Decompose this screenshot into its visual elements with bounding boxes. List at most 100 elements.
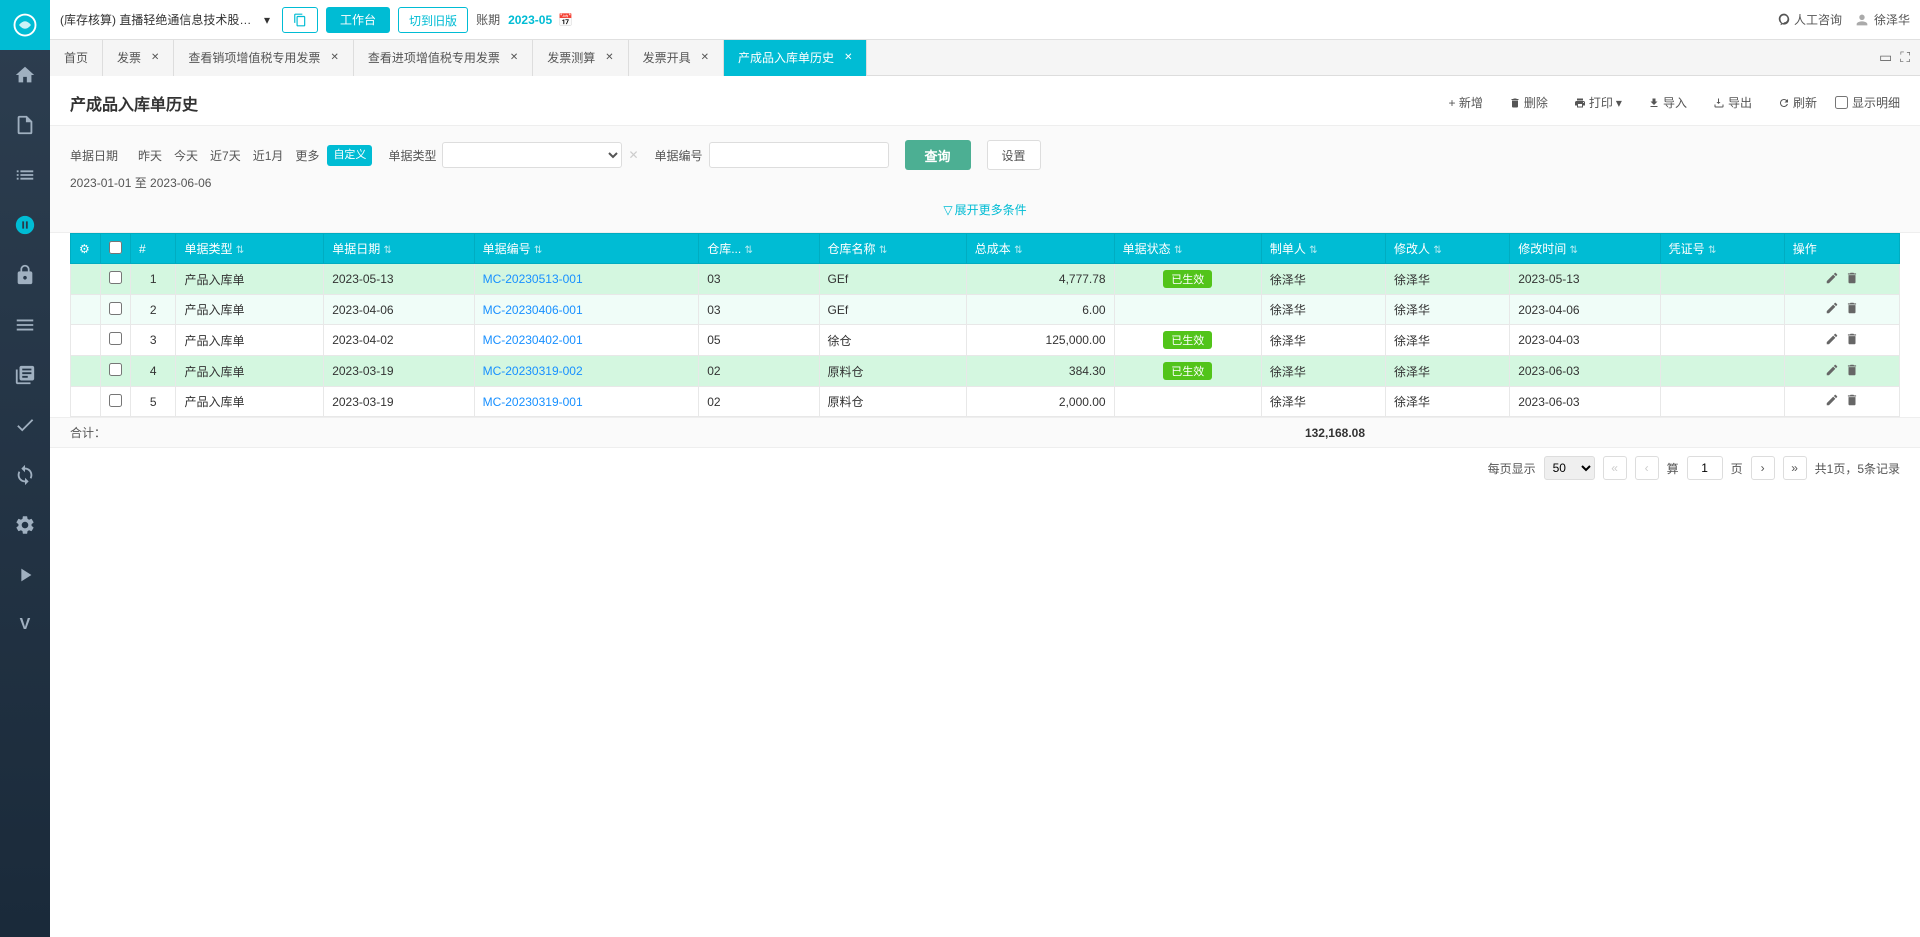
date-7days-btn[interactable]: 近7天 — [206, 145, 245, 166]
col-doc-type[interactable]: 单据类型 ⇅ — [176, 234, 324, 264]
tab-input-vat-close[interactable]: ✕ — [510, 52, 518, 63]
row-checkbox[interactable] — [101, 356, 131, 387]
row-settings[interactable] — [71, 387, 101, 417]
doc-type-clear-icon[interactable]: ✕ — [628, 148, 638, 162]
select-all-checkbox[interactable] — [109, 241, 122, 254]
row-edit-btn[interactable] — [1825, 271, 1839, 288]
tab-invoice-issue[interactable]: 发票开具 ✕ — [629, 40, 724, 76]
row-delete-btn[interactable] — [1845, 332, 1859, 349]
tab-invoice-calc[interactable]: 发票测算 ✕ — [533, 40, 628, 76]
row-select-checkbox[interactable] — [109, 394, 122, 407]
sidebar-item-settings[interactable] — [0, 500, 50, 550]
col-total-cost[interactable]: 总成本 ⇅ — [966, 234, 1114, 264]
tab-product-history[interactable]: 产成品入库单历史 ✕ — [724, 40, 867, 76]
sidebar-item-home[interactable] — [0, 50, 50, 100]
tab-home[interactable]: 首页 — [50, 40, 103, 76]
sidebar-item-play[interactable] — [0, 550, 50, 600]
last-page-btn[interactable]: » — [1783, 456, 1807, 480]
date-custom-tag[interactable]: 自定义 — [327, 145, 372, 166]
row-doc-number[interactable]: MC-20230319-001 — [474, 387, 699, 417]
row-edit-btn[interactable] — [1825, 301, 1839, 318]
col-doc-status[interactable]: 单据状态 ⇅ — [1114, 234, 1261, 264]
row-checkbox[interactable] — [101, 387, 131, 417]
col-doc-number[interactable]: 单据编号 ⇅ — [474, 234, 699, 264]
col-checkbox[interactable] — [101, 234, 131, 264]
col-modifier[interactable]: 修改人 ⇅ — [1386, 234, 1510, 264]
row-doc-number[interactable]: MC-20230319-002 — [474, 356, 699, 387]
first-page-btn[interactable]: « — [1603, 456, 1627, 480]
row-edit-btn[interactable] — [1825, 363, 1839, 380]
col-modify-time[interactable]: 修改时间 ⇅ — [1510, 234, 1660, 264]
row-doc-number[interactable]: MC-20230402-001 — [474, 325, 699, 356]
row-doc-number[interactable]: MC-20230513-001 — [474, 264, 699, 295]
date-more-btn[interactable]: 更多 — [291, 145, 323, 166]
add-btn[interactable]: + 新增 — [1441, 90, 1491, 115]
tab-maximize-btn[interactable]: ⛶ — [1900, 49, 1910, 66]
human-service[interactable]: 人工咨询 — [1777, 11, 1842, 28]
col-doc-date[interactable]: 单据日期 ⇅ — [324, 234, 474, 264]
sidebar-item-list[interactable] — [0, 300, 50, 350]
tab-invoice-issue-close[interactable]: ✕ — [701, 52, 709, 63]
sidebar-item-v[interactable]: V — [0, 600, 50, 650]
tab-sales-vat[interactable]: 查看销项增值税专用发票 ✕ — [174, 40, 353, 76]
tab-invoice[interactable]: 发票 ✕ — [103, 40, 174, 76]
row-select-checkbox[interactable] — [109, 271, 122, 284]
tab-invoice-close[interactable]: ✕ — [151, 52, 159, 63]
row-select-checkbox[interactable] — [109, 302, 122, 315]
row-settings[interactable] — [71, 295, 101, 325]
sidebar-item-book[interactable] — [0, 350, 50, 400]
tab-input-vat[interactable]: 查看进项增值税专用发票 ✕ — [354, 40, 533, 76]
row-select-checkbox[interactable] — [109, 332, 122, 345]
print-btn[interactable]: 打印 ▾ — [1566, 90, 1630, 115]
setting-btn[interactable]: 设置 — [987, 140, 1041, 170]
col-voucher[interactable]: 凭证号 ⇅ — [1660, 234, 1784, 264]
user-menu[interactable]: 徐泽华 — [1854, 11, 1910, 28]
row-settings[interactable] — [71, 325, 101, 356]
prev-page-btn[interactable]: ‹ — [1635, 456, 1659, 480]
sidebar-item-lock[interactable] — [0, 250, 50, 300]
row-select-checkbox[interactable] — [109, 363, 122, 376]
page-input[interactable] — [1687, 456, 1723, 480]
col-settings[interactable]: ⚙ — [71, 234, 101, 264]
row-checkbox[interactable] — [101, 325, 131, 356]
doc-type-select[interactable]: 产品入库单 — [442, 142, 622, 168]
date-yesterday-btn[interactable]: 昨天 — [134, 145, 166, 166]
tab-invoice-calc-close[interactable]: ✕ — [605, 52, 613, 63]
company-dropdown-icon[interactable]: ▾ — [264, 13, 270, 27]
row-settings[interactable] — [71, 356, 101, 387]
row-checkbox[interactable] — [101, 264, 131, 295]
sidebar-item-refresh[interactable] — [0, 450, 50, 500]
row-doc-number[interactable]: MC-20230406-001 — [474, 295, 699, 325]
refresh-btn[interactable]: 刷新 — [1770, 90, 1825, 115]
delete-btn[interactable]: 删除 — [1501, 90, 1556, 115]
import-btn[interactable]: 导入 — [1640, 90, 1695, 115]
row-settings[interactable] — [71, 264, 101, 295]
copy-doc-btn[interactable] — [282, 7, 318, 33]
row-delete-btn[interactable] — [1845, 301, 1859, 318]
col-creator[interactable]: 制单人 ⇅ — [1261, 234, 1385, 264]
row-checkbox[interactable] — [101, 295, 131, 325]
date-1month-btn[interactable]: 近1月 — [249, 145, 288, 166]
sidebar-item-doc[interactable] — [0, 100, 50, 150]
tab-restore-btn[interactable]: ▭ — [1879, 49, 1892, 66]
row-delete-btn[interactable] — [1845, 271, 1859, 288]
sidebar-item-tag[interactable] — [0, 200, 50, 250]
tab-sales-vat-close[interactable]: ✕ — [330, 52, 338, 63]
print-dropdown-icon[interactable]: ▾ — [1616, 96, 1622, 110]
query-btn[interactable]: 查询 — [905, 140, 971, 170]
workbench-btn[interactable]: 工作台 — [326, 7, 390, 33]
col-warehouse-code[interactable]: 仓库... ⇅ — [699, 234, 819, 264]
sidebar-item-stamp[interactable] — [0, 400, 50, 450]
expand-btn[interactable]: ▽ 展开更多条件 — [943, 201, 1026, 218]
next-page-btn[interactable]: › — [1751, 456, 1775, 480]
row-edit-btn[interactable] — [1825, 332, 1839, 349]
row-delete-btn[interactable] — [1845, 363, 1859, 380]
period-calendar-icon[interactable]: 📅 — [558, 13, 573, 27]
switch-old-btn[interactable]: 切到旧版 — [398, 7, 468, 33]
per-page-select[interactable]: 50 100 200 — [1544, 456, 1595, 480]
row-edit-btn[interactable] — [1825, 393, 1839, 410]
date-today-btn[interactable]: 今天 — [170, 145, 202, 166]
company-selector[interactable]: (库存核算) 直播轻绝通信息技术股份... ▾ — [60, 11, 270, 28]
tab-product-history-close[interactable]: ✕ — [844, 52, 852, 63]
col-warehouse-name[interactable]: 仓库名称 ⇅ — [819, 234, 966, 264]
